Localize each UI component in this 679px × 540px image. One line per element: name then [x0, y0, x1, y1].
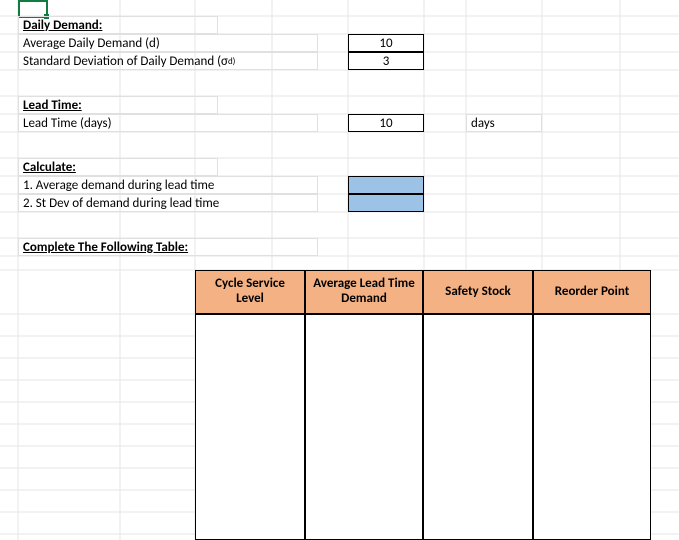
label-avg-daily-demand: Average Daily Demand (d) — [18, 34, 318, 52]
label-calc-item-1: 1. Average demand during lead time — [18, 176, 318, 194]
table-col-2-body[interactable] — [305, 314, 423, 540]
heading-lead-time: Lead Time: — [18, 96, 218, 114]
label-std-dev-text: Standard Deviation of Daily Demand (σ — [23, 54, 228, 69]
input-lead-time[interactable]: 10 — [348, 114, 424, 132]
table-header-reorder-point: Reorder Point — [533, 270, 651, 314]
input-avg-daily-demand[interactable]: 10 — [348, 34, 424, 52]
table-col-3-body[interactable] — [423, 314, 533, 540]
table-header-cycle-service-level: Cycle Service Level — [195, 270, 305, 314]
label-std-dev-daily-demand: Standard Deviation of Daily Demand (σd) — [18, 52, 318, 70]
input-calc-item-1[interactable] — [348, 176, 424, 194]
label-std-dev-sub: d) — [228, 56, 235, 67]
heading-complete-table: Complete The Following Table: — [18, 238, 318, 256]
label-lead-time-unit: days — [466, 114, 542, 132]
table-header-safety-stock: Safety Stock — [423, 270, 533, 314]
label-calc-item-2: 2. St Dev of demand during lead time — [18, 194, 318, 212]
table-header-avg-lead-time-demand: Average Lead Time Demand — [305, 270, 423, 314]
input-std-dev-daily-demand[interactable]: 3 — [348, 52, 424, 70]
label-lead-time: Lead Time (days) — [18, 114, 318, 132]
table-col-1-body[interactable] — [195, 314, 305, 540]
spreadsheet-grid: // generated below after data rows Daily… — [0, 0, 679, 540]
heading-daily-demand: Daily Demand: — [18, 16, 218, 34]
heading-calculate: Calculate: — [18, 158, 218, 176]
input-calc-item-2[interactable] — [348, 194, 424, 212]
table-col-4-body[interactable] — [533, 314, 651, 540]
